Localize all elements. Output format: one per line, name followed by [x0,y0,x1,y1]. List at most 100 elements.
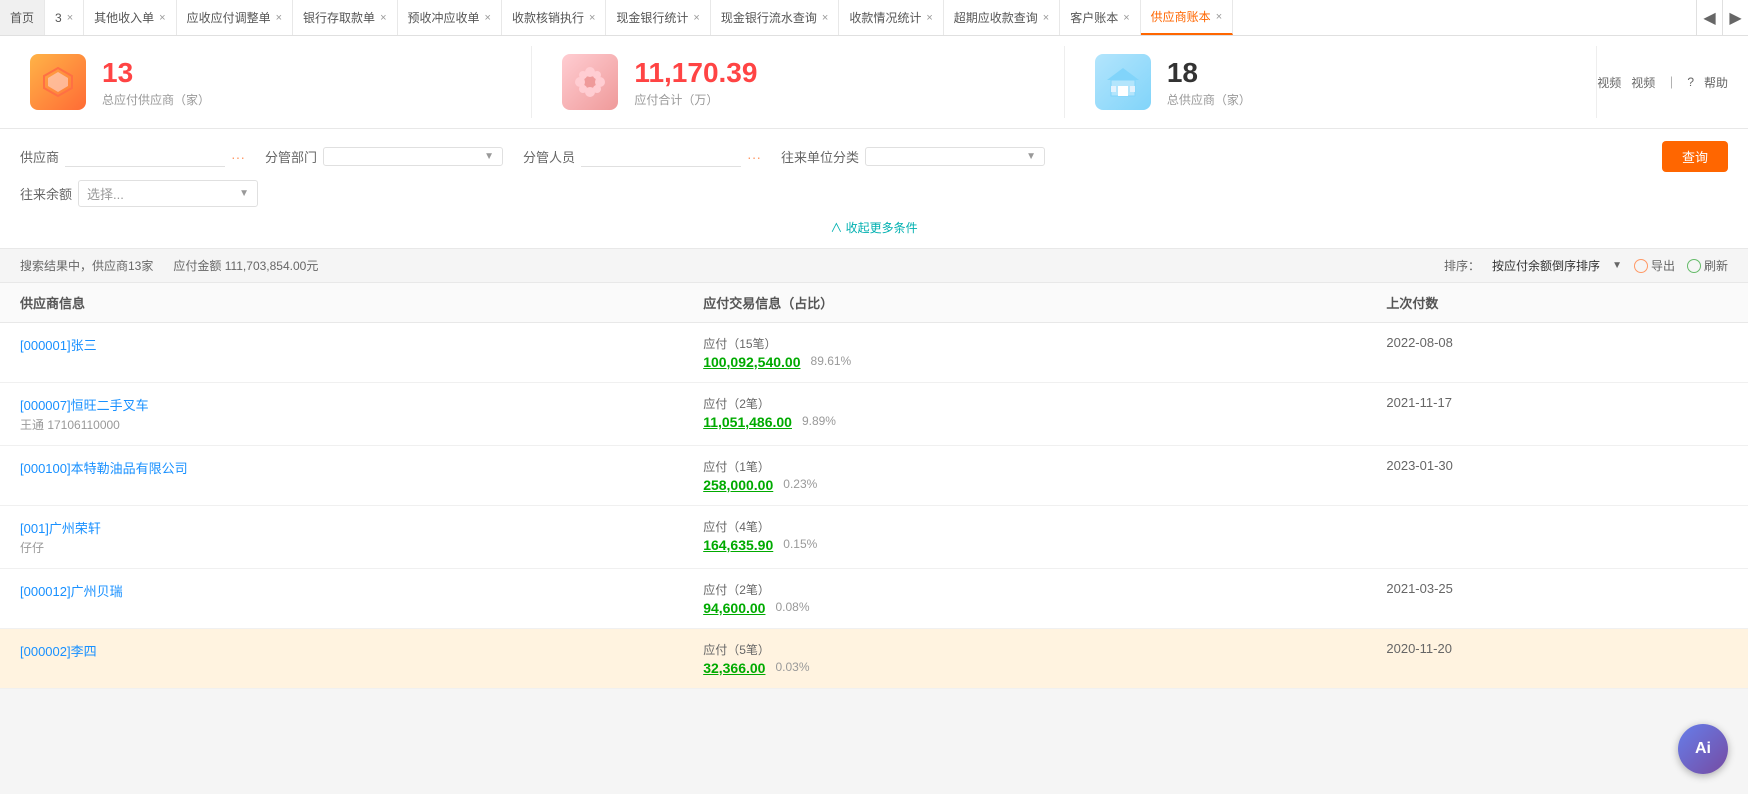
nav-tab-home[interactable]: 首页 [0,0,45,35]
trans-label-2: 应付（2笔） [703,395,1386,412]
supplier-more-icon[interactable]: ··· [231,149,245,165]
payable-suppliers-count: 13 [102,56,210,90]
col-header-last-payment: 上次付数 [1386,293,1728,312]
nav-tab-cash-stats-close[interactable]: × [693,12,699,24]
nav-tab-customer-ledger-label: 客户账本 [1070,9,1118,26]
nav-tab-adjustment-close[interactable]: × [276,12,282,24]
nav-scroll-arrows: ◀ ▶ [1696,0,1748,36]
results-bar: 搜索结果中，供应商13家 应付金额 111,703,854.00元 排序： 按应… [0,249,1748,283]
trans-label-5: 应付（2笔） [703,581,1386,598]
supplier-table: 供应商信息 应付交易信息（占比） 上次付数 [000001]张三 应付（15笔）… [0,283,1748,689]
nav-tab-bank-deposit[interactable]: 银行存取款单 × [293,0,397,35]
nav-tab-cash-stats[interactable]: 现金银行统计 × [606,0,710,35]
sort-label: 排序： [1444,257,1480,274]
summary-info-total: 18 总供应商（家） [1167,56,1251,109]
supplier-sub-4: 仔仔 [20,539,703,556]
nav-tab-other-income-close[interactable]: × [159,12,165,24]
filter-collapse-btn[interactable]: ∧ 收起更多条件 [20,215,1728,240]
table-row: [000100]本特勒油品有限公司 应付（1笔） 258,000.00 0.23… [0,446,1748,506]
supplier-link-5[interactable]: [000012]广州贝瑞 [20,584,123,599]
video-link[interactable]: 视频 [1597,74,1621,91]
supplier-link-1[interactable]: [000001]张三 [20,338,97,353]
filter-row-2: 往来余额 选择... ▼ [20,180,1728,207]
last-payment-1: 2022-08-08 [1386,335,1728,350]
last-payment-6: 2020-11-20 [1386,641,1728,656]
person-more-icon[interactable]: ··· [747,149,761,165]
supplier-link-3[interactable]: [000100]本特勒油品有限公司 [20,461,188,476]
transaction-cell-5: 应付（2笔） 94,600.00 0.08% [703,581,1386,616]
summary-info-payable: 13 总应付供应商（家） [102,56,210,109]
trans-percent-1: 89.61% [811,354,852,368]
nav-tab-cash-flow-close[interactable]: × [822,12,828,24]
nav-tab-prepay[interactable]: 预收冲应收单 × [398,0,502,35]
category-filter-label: 往来单位分类 [781,147,859,166]
nav-tab-customer-ledger-close[interactable]: × [1123,12,1129,24]
trans-amount-5[interactable]: 94,600.00 [703,600,765,616]
supplier-link-6[interactable]: [000002]李四 [20,644,97,659]
nav-tab-prepay-close[interactable]: × [485,12,491,24]
trans-amount-row-3: 258,000.00 0.23% [703,475,1386,493]
supplier-cell-6: [000002]李四 [20,641,703,660]
summary-links-video-text[interactable]: 视频 [1631,74,1655,91]
trans-percent-2: 9.89% [802,414,836,428]
category-dropdown-arrow: ▼ [1026,151,1036,162]
trans-amount-3[interactable]: 258,000.00 [703,477,773,493]
help-link[interactable]: 帮助 [1704,74,1728,91]
person-input[interactable] [581,147,741,167]
nav-tab-supplier-ledger-label: 供应商账本 [1151,8,1211,25]
payable-suppliers-label: 总应付供应商（家） [102,91,210,108]
nav-tab-collection-label: 收款核销执行 [512,9,584,26]
supplier-input[interactable] [65,147,225,167]
supplier-link-2[interactable]: [000007]恒旺二手叉车 [20,398,149,413]
ai-assistant-button[interactable]: Ai [1678,724,1728,774]
nav-tab-other-income[interactable]: 其他收入单 × [84,0,176,35]
export-icon [1634,259,1648,273]
transaction-cell-3: 应付（1笔） 258,000.00 0.23% [703,458,1386,493]
trans-label-4: 应付（4笔） [703,518,1386,535]
nav-tab-3[interactable]: 3 × [45,0,84,35]
collapse-text: 收起更多条件 [846,221,918,235]
nav-tab-collection-close[interactable]: × [589,12,595,24]
nav-tab-overdue[interactable]: 超期应收款查询 × [944,0,1060,35]
balance-select[interactable]: 选择... ▼ [78,180,258,207]
person-filter-label: 分管人员 [523,147,575,166]
nav-tab-receipt-stats-label: 收款情况统计 [849,9,921,26]
query-button[interactable]: 查询 [1662,141,1728,172]
filter-person: 分管人员 ··· [523,147,761,167]
nav-tab-supplier-ledger-close[interactable]: × [1216,11,1222,23]
trans-amount-row-2: 11,051,486.00 9.89% [703,412,1386,430]
trans-amount-2[interactable]: 11,051,486.00 [703,414,792,430]
nav-tab-overdue-close[interactable]: × [1043,12,1049,24]
export-btn[interactable]: 导出 [1634,257,1675,274]
supplier-link-4[interactable]: [001]广州荣轩 [20,521,101,536]
nav-tab-receipt-stats-close[interactable]: × [926,12,932,24]
transaction-cell-1: 应付（15笔） 100,092,540.00 89.61% [703,335,1386,370]
nav-tab-3-close[interactable]: × [67,12,73,24]
category-select[interactable]: ▼ [865,147,1045,166]
nav-tab-adjustment-label: 应收应付调整单 [187,9,271,26]
nav-tab-cash-flow[interactable]: 现金银行流水查询 × [711,0,839,35]
trans-amount-1[interactable]: 100,092,540.00 [703,354,800,370]
refresh-btn[interactable]: 刷新 [1687,257,1728,274]
nav-arrow-right[interactable]: ▶ [1722,0,1748,36]
nav-tab-receipt-stats[interactable]: 收款情况统计 × [839,0,943,35]
nav-tab-collection[interactable]: 收款核销执行 × [502,0,606,35]
table-row: [000001]张三 应付（15笔） 100,092,540.00 89.61%… [0,323,1748,383]
nav-tab-customer-ledger[interactable]: 客户账本 × [1060,0,1140,35]
nav-tab-bank-deposit-close[interactable]: × [380,12,386,24]
balance-dropdown-arrow: ▼ [239,188,249,199]
nav-arrow-left[interactable]: ◀ [1696,0,1722,36]
col-header-transaction: 应付交易信息（占比） [703,293,1386,312]
trans-amount-4[interactable]: 164,635.90 [703,537,773,553]
sort-dropdown-arrow[interactable]: ▼ [1612,260,1622,271]
dept-select[interactable]: ▼ [323,147,503,166]
results-actions: 排序： 按应付余额倒序排序 ▼ 导出 刷新 [1444,257,1728,274]
nav-tab-prepay-label: 预收冲应收单 [408,9,480,26]
trans-percent-5: 0.08% [775,600,809,614]
results-amount: 应付金额 111,703,854.00元 [173,257,318,274]
trans-amount-6[interactable]: 32,366.00 [703,660,765,676]
nav-tab-adjustment[interactable]: 应收应付调整单 × [177,0,293,35]
nav-tab-supplier-ledger[interactable]: 供应商账本 × [1141,0,1233,35]
sort-value[interactable]: 按应付余额倒序排序 [1492,257,1600,274]
transaction-cell-4: 应付（4笔） 164,635.90 0.15% [703,518,1386,553]
